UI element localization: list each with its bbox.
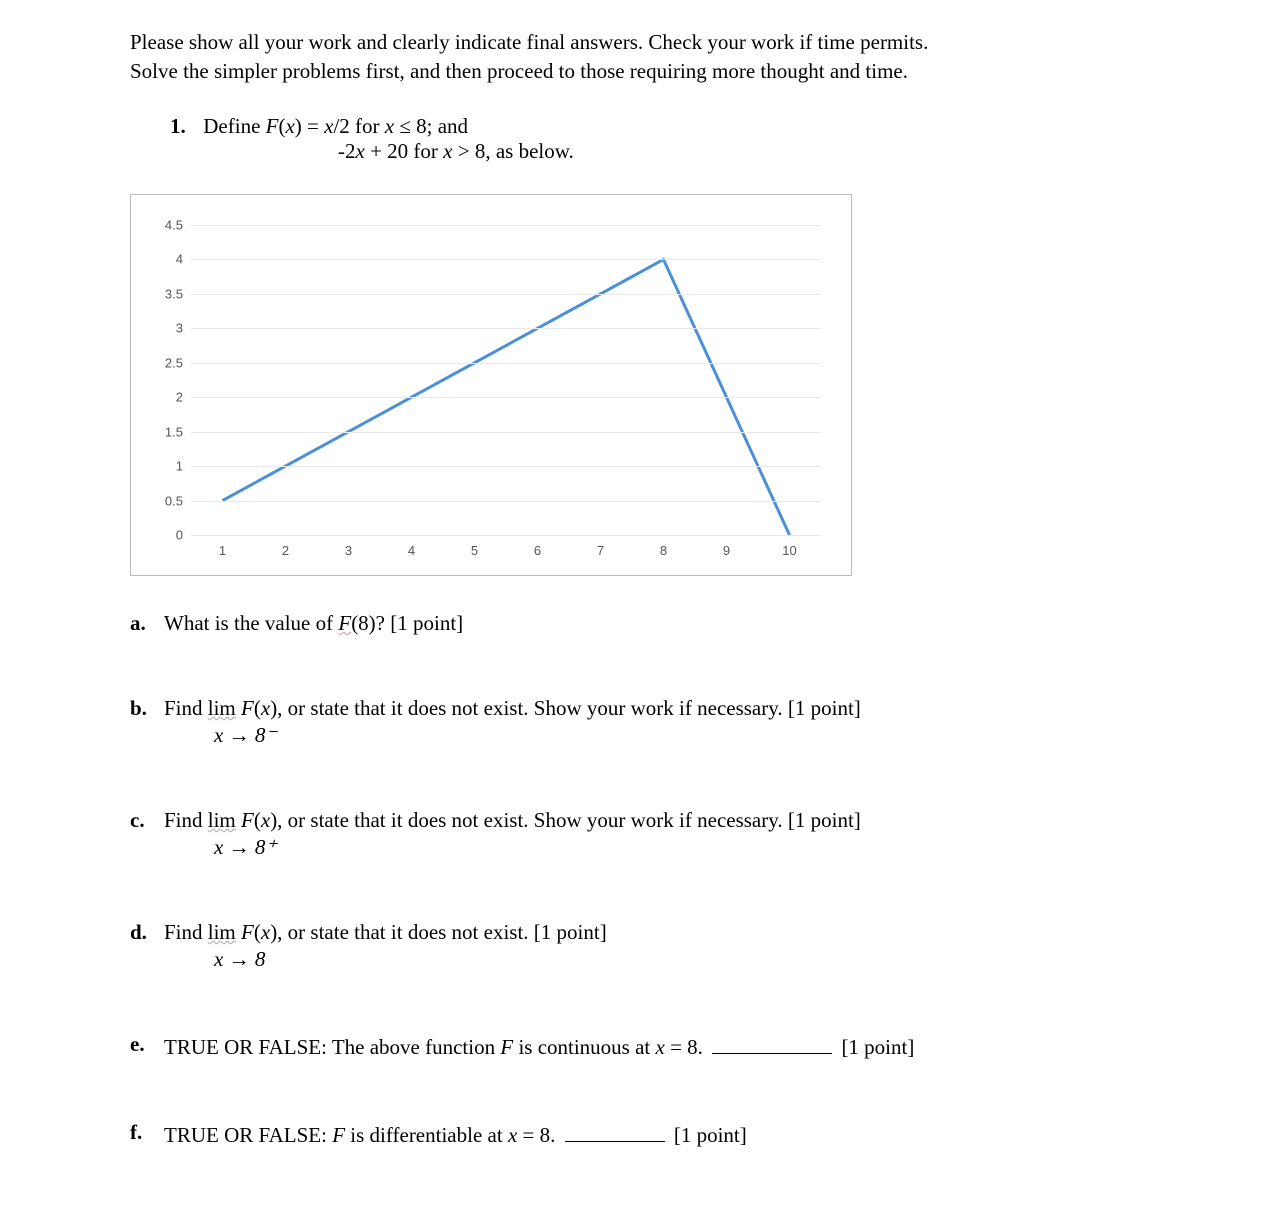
chart-plot-area: 00.511.522.533.544.512345678910 [191,225,821,535]
chart-container: 0 0.5 1 1.5 2 2.5 3 3.5 4 4.5 1 2 3 4 5 6 7 8 9 10 [130,194,852,576]
problem-1-header: 1. Define F(x) = x/2 for x ≤ 8; and -2x … [170,114,1150,164]
chart-x-tick-label: 8 [660,535,667,558]
chart-y-tick-label: 0 [143,528,191,543]
chart-y-tick-label: 2 [143,390,191,405]
chart-x-tick-label: 9 [723,535,730,558]
instructions-line-1: Please show all your work and clearly in… [130,30,1150,55]
chart-x-tick-label: 6 [534,535,541,558]
question-b: b. Find lim F(x), or state that it does … [130,696,1150,748]
question-d: d. Find lim F(x), or state that it does … [130,920,1150,972]
question-a: a. What is the value of F(8)? [1 point] [130,611,1150,636]
chart-x-tick-label: 2 [282,535,289,558]
question-f-letter: f. [130,1120,158,1145]
chart-y-tick-label: 1.5 [143,424,191,439]
answer-blank-e[interactable] [712,1032,832,1054]
chart-x-tick-label: 10 [782,535,796,558]
question-c: c. Find lim F(x), or state that it does … [130,808,1150,860]
question-b-sub: x → 8⁻ [214,723,1150,748]
instructions-line-2: Solve the simpler problems first, and th… [130,59,1150,84]
chart-y-tick-label: 2.5 [143,355,191,370]
chart-gridline [191,501,821,502]
chart-gridline [191,259,821,260]
chart-y-tick-label: 4 [143,252,191,267]
chart-x-tick-label: 4 [408,535,415,558]
problem-number: 1. [170,114,198,139]
chart-gridline [191,328,821,329]
chart-gridline [191,466,821,467]
chart-y-tick-label: 0.5 [143,493,191,508]
chart-gridline [191,432,821,433]
question-e-letter: e. [130,1032,158,1057]
chart-gridline [191,225,821,226]
instructions-block: Please show all your work and clearly in… [130,30,1150,84]
question-c-letter: c. [130,808,158,833]
question-d-sub: x → 8 [214,947,1150,972]
chart-y-tick-label: 3 [143,321,191,336]
chart-line-svg [191,225,821,535]
question-e: e. TRUE OR FALSE: The above function F i… [130,1032,1150,1060]
question-d-letter: d. [130,920,158,945]
chart-y-tick-label: 3.5 [143,286,191,301]
chart-y-tick-label: 1 [143,459,191,474]
answer-blank-f[interactable] [565,1120,665,1142]
problem-def-line1: Define F(x) = x/2 for x ≤ 8; and [203,114,468,138]
questions-block: a. What is the value of F(8)? [1 point] … [130,611,1150,1148]
question-f: f. TRUE OR FALSE: F is differentiable at… [130,1120,1150,1148]
question-b-letter: b. [130,696,158,721]
chart-gridline [191,294,821,295]
page: Please show all your work and clearly in… [0,0,1280,1216]
chart-x-tick-label: 7 [597,535,604,558]
chart-x-tick-label: 1 [219,535,226,558]
chart-gridline [191,397,821,398]
question-c-sub: x → 8⁺ [214,835,1150,860]
chart-gridline [191,363,821,364]
chart-y-tick-label: 4.5 [143,218,191,233]
problem-def-line2: -2x + 20 for x > 8, as below. [338,139,1150,164]
question-a-letter: a. [130,611,158,636]
chart-x-tick-label: 3 [345,535,352,558]
chart-x-tick-label: 5 [471,535,478,558]
